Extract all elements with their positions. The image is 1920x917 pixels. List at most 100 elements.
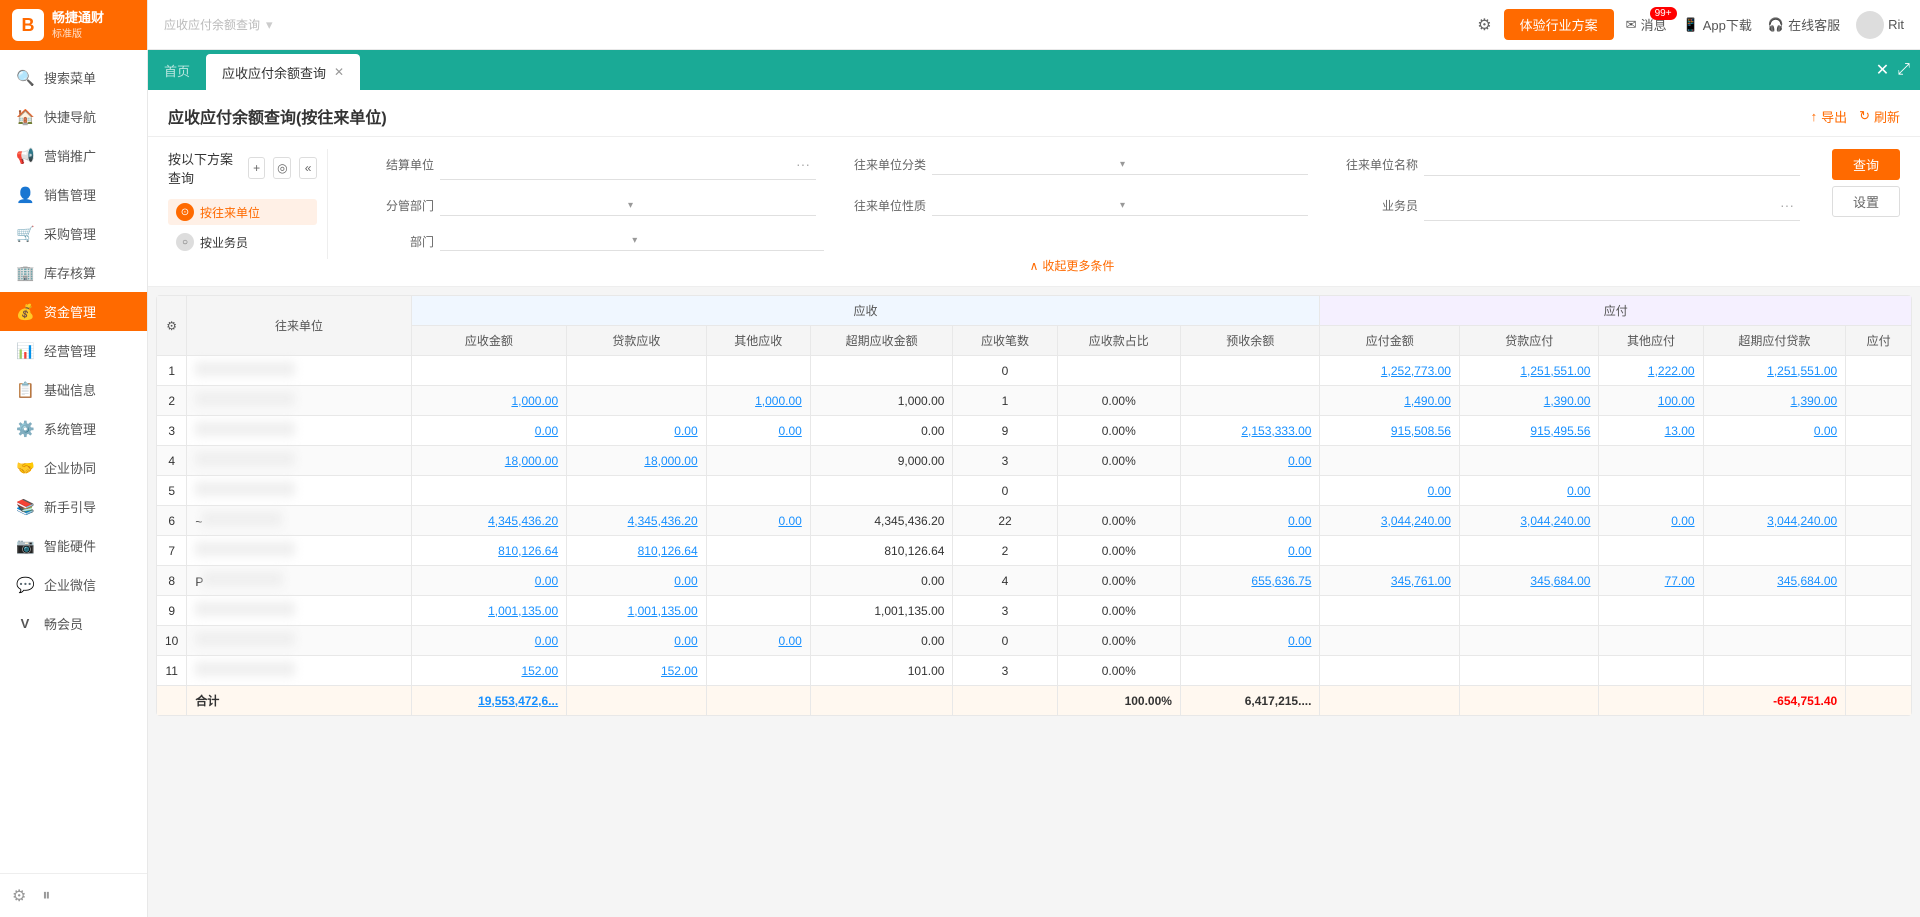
sidebar-item-hardware[interactable]: 📷智能硬件 <box>0 526 147 565</box>
message-btn[interactable]: ✉ 消息 99+ <box>1626 15 1667 34</box>
recv-count-header: 应收笔数 <box>953 326 1057 356</box>
sidebar-item-quicknav[interactable]: 🏠快捷导航 <box>0 97 147 136</box>
footer-empty6 <box>1320 686 1460 716</box>
footer-empty <box>157 686 187 716</box>
salesperson-ellipsis-icon[interactable]: ··· <box>1780 197 1794 213</box>
sidebar-item-system-label: 系统管理 <box>44 419 96 438</box>
breadcrumb: 应收应付余额查询 ▾ <box>164 16 1465 33</box>
settings-icon[interactable]: ⚙ <box>12 886 26 906</box>
sidebar-item-baseinfo[interactable]: 📋基础信息 <box>0 370 147 409</box>
dept2-select[interactable]: ▾ <box>440 231 824 251</box>
online-service-btn[interactable]: 🎧 在线客服 <box>1768 15 1840 34</box>
pay-amount-header: 应付金额 <box>1320 326 1460 356</box>
table-row: 100.000.000.000.0000.00%0.00 <box>157 626 1912 656</box>
topbar-right: ✉ 消息 99+ 📱 App下载 🎧 在线客服 Rit <box>1626 11 1904 39</box>
operations-icon: 📊 <box>16 342 34 360</box>
filter-area: 按以下方案查询 + ◎ « ⊙ 按往来单位 ○ 按业务员 <box>148 137 1920 287</box>
tab-close-all-icon[interactable]: ✕ <box>1876 60 1889 80</box>
field-settlement-label: 结算单位 <box>344 156 434 173</box>
partner-name-input[interactable] <box>1424 153 1800 176</box>
settlement-unit-input[interactable] <box>446 153 796 175</box>
app-download-btn[interactable]: 📱 App下载 <box>1683 15 1752 34</box>
sidebar-footer: ⚙ ⏸ <box>0 873 147 917</box>
footer-recv-amount[interactable]: 19,553,472,6... <box>411 686 567 716</box>
app-download-label: App下载 <box>1703 15 1752 34</box>
filter-mode-staff-label: 按业务员 <box>200 234 248 251</box>
sidebar-item-inventory[interactable]: 🏢 库存核算 <box>0 253 147 292</box>
inventory-icon: 🏢 <box>16 264 34 282</box>
message-badge: 99+ <box>1650 7 1677 20</box>
table-config-col[interactable]: ⚙ <box>157 296 187 356</box>
partner-col-header: 往来单位 <box>187 296 411 356</box>
hardware-icon: 📷 <box>16 537 34 555</box>
home-icon: 🏠 <box>16 108 34 126</box>
sidebar-item-cooperation[interactable]: 🤝企业协同 <box>0 448 147 487</box>
sidebar-item-sales[interactable]: 👤销售管理 <box>0 175 147 214</box>
sidebar-item-search[interactable]: 🔍搜索菜单 <box>0 58 147 97</box>
pay-loan-header: 贷款应付 <box>1459 326 1599 356</box>
field-dept2-label: 部门 <box>344 233 434 250</box>
promo-btn[interactable]: 体验行业方案 <box>1504 9 1614 40</box>
filter-collapse-icon[interactable]: « <box>299 157 317 179</box>
data-table: ⚙ 往来单位 应收 应付 应收金额 贷款应收 其他应收 超期应收金额 应收笔数 … <box>156 295 1912 716</box>
salesperson-input[interactable] <box>1430 194 1780 216</box>
tab-home[interactable]: 首页 <box>148 50 206 90</box>
table-row: 8P0.000.000.0040.00%655,636.75345,761.00… <box>157 566 1912 596</box>
sidebar-item-system[interactable]: ⚙️系统管理 <box>0 409 147 448</box>
purchase-icon: 🛒 <box>16 225 34 243</box>
partner-category-select[interactable]: ▾ <box>932 155 1308 175</box>
wechat-icon: 💬 <box>16 576 34 594</box>
field-nature-label: 往来单位性质 <box>836 197 926 214</box>
nature-select[interactable]: ▾ <box>932 196 1308 216</box>
user-avatar <box>1856 11 1884 39</box>
finance-icon: 💰 <box>16 303 34 321</box>
sidebar-item-operations[interactable]: 📊经营管理 <box>0 331 147 370</box>
message-icon: ✉ <box>1626 17 1637 33</box>
footer-prepaid: 6,417,215.... <box>1180 686 1320 716</box>
collapse-icon[interactable]: ⏸ <box>42 887 50 905</box>
sidebar-item-member[interactable]: V畅会员 <box>0 604 147 643</box>
dept2-arrow-icon: ▾ <box>632 235 818 246</box>
filter-mode-staff[interactable]: ○ 按业务员 <box>168 229 317 255</box>
filter-settings-icon[interactable]: ◎ <box>273 157 291 179</box>
footer-pay-overdue: -654,751.40 <box>1703 686 1846 716</box>
query-btn[interactable]: 查询 <box>1832 149 1900 180</box>
sidebar-item-marketing[interactable]: 📢营销推广 <box>0 136 147 175</box>
sidebar-item-purchase-label: 采购管理 <box>44 224 96 243</box>
topbar-gear-icon[interactable]: ⚙ <box>1477 15 1491 35</box>
sidebar-item-inventory-label: 库存核算 <box>44 263 96 282</box>
collapse-label: 收起更多条件 <box>1042 257 1114 274</box>
export-btn[interactable]: ↑ 导出 <box>1811 107 1848 126</box>
footer-empty3 <box>706 686 810 716</box>
setting-btn[interactable]: 设置 <box>1832 186 1900 217</box>
sidebar-item-wechat[interactable]: 💬 企业微信 <box>0 565 147 604</box>
tab-close-icon[interactable]: ✕ <box>334 65 344 79</box>
dept-select[interactable]: ▾ <box>440 196 816 216</box>
tab-expand-icon[interactable]: ⤢ <box>1897 61 1910 79</box>
filter-add-icon[interactable]: + <box>248 157 266 179</box>
table-row: 11152.00152.00101.0030.00% <box>157 656 1912 686</box>
prepaid-header: 预收余额 <box>1180 326 1320 356</box>
footer-empty4 <box>810 686 953 716</box>
footer-empty7 <box>1459 686 1599 716</box>
sidebar-item-baseinfo-label: 基础信息 <box>44 380 96 399</box>
sidebar-item-purchase[interactable]: 🛒 采购管理 <box>0 214 147 253</box>
receivable-group-header: 应收 <box>411 296 1320 326</box>
tab-receivable[interactable]: 应收应付余额查询 ✕ <box>206 54 360 90</box>
user-area[interactable]: Rit <box>1856 11 1904 39</box>
sidebar-item-finance[interactable]: 💰资金管理 <box>0 292 147 331</box>
footer-empty8 <box>1599 686 1703 716</box>
tab-receivable-label: 应收应付余额查询 <box>222 63 326 82</box>
collapse-btn[interactable]: ∧ 收起更多条件 <box>344 257 1800 274</box>
export-icon: ↑ <box>1811 109 1818 124</box>
refresh-btn[interactable]: ↻ 刷新 <box>1859 107 1900 126</box>
sidebar-item-sales-label: 销售管理 <box>44 185 96 204</box>
logo-icon: B <box>12 9 44 41</box>
tabbar-actions: ✕ ⤢ <box>1876 60 1920 80</box>
filter-mode-unit[interactable]: ⊙ 按往来单位 <box>168 199 317 225</box>
sidebar-item-guide[interactable]: 📚新手引导 <box>0 487 147 526</box>
sidebar-item-wechat-label: 企业微信 <box>44 575 96 594</box>
page-actions: ↑ 导出 ↻ 刷新 <box>1811 107 1900 126</box>
table-row: 101,252,773.001,251,551.001,222.001,251,… <box>157 356 1912 386</box>
settlement-ellipsis-icon[interactable]: ··· <box>796 156 810 172</box>
